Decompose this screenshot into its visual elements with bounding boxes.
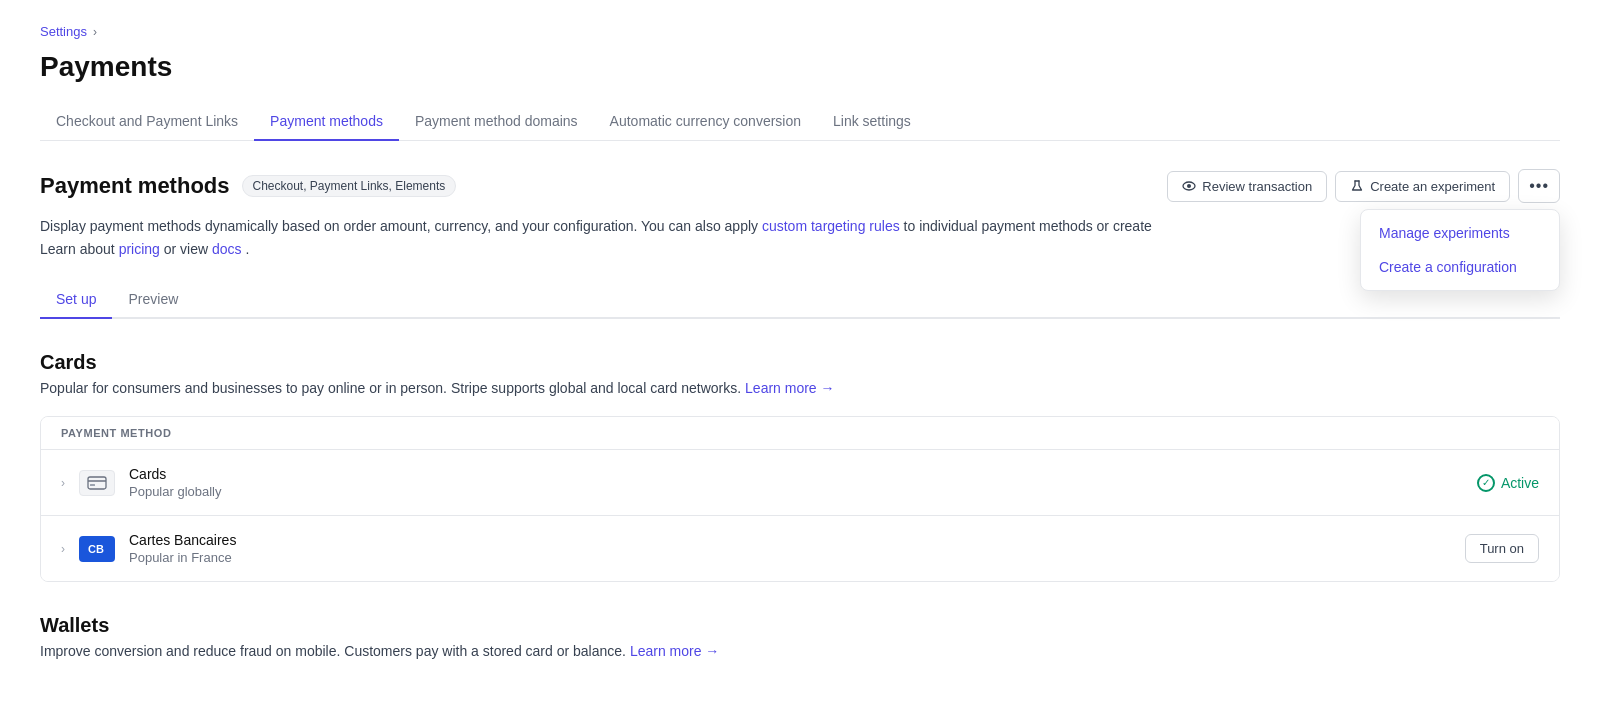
sub-tab-setup[interactable]: Set up [40,281,112,319]
cards-category-desc: Popular for consumers and businesses to … [40,380,1560,396]
tab-auto-currency[interactable]: Automatic currency conversion [594,103,817,141]
svg-rect-4 [90,484,95,486]
svg-point-1 [1187,184,1191,188]
review-transaction-button[interactable]: Review transaction [1167,171,1327,202]
page-title: Payments [40,51,1560,83]
manage-experiments-item[interactable]: Manage experiments [1361,216,1559,250]
cards-payment-icon [79,470,115,496]
active-status-circle: ✓ [1477,474,1495,492]
active-status: ✓ Active [1477,474,1539,492]
section-sub-description: Learn about pricing or view docs . [40,241,1560,257]
eye-icon [1182,179,1196,193]
cards-section: Cards Popular for consumers and business… [40,351,1560,582]
chevron-icon: › [61,542,65,556]
table-header: PAYMENT METHOD [41,417,1559,450]
section-title-row: Payment methods Checkout, Payment Links,… [40,173,456,199]
create-configuration-item[interactable]: Create a configuration [1361,250,1559,284]
top-tabs: Checkout and Payment Links Payment metho… [40,103,1560,141]
dropdown-menu: Manage experiments Create a configuratio… [1360,209,1560,291]
tab-checkout[interactable]: Checkout and Payment Links [40,103,254,141]
pricing-link[interactable]: pricing [119,241,160,257]
more-options-button[interactable]: ••• [1518,169,1560,203]
section-header: Payment methods Checkout, Payment Links,… [40,169,1560,203]
tab-payment-methods[interactable]: Payment methods [254,103,399,141]
settings-link[interactable]: Settings [40,24,87,39]
cards-payment-name: Cards [129,466,1477,482]
sub-tab-preview[interactable]: Preview [112,281,194,319]
header-actions: Review transaction Create an experiment … [1167,169,1560,203]
wallets-section: Wallets Improve conversion and reduce fr… [40,614,1560,659]
table-row[interactable]: › CB Cartes Bancaires Popular in France … [41,516,1559,581]
cards-payment-info: Cards Popular globally [129,466,1477,499]
section-description: Display payment methods dynamically base… [40,215,1240,237]
cb-payment-name: Cartes Bancaires [129,532,1465,548]
svg-text:CB: CB [88,543,104,555]
cards-category-title: Cards [40,351,1560,374]
payment-method-table: PAYMENT METHOD › Cards Popular globally [40,416,1560,582]
cards-learn-more[interactable]: Learn more → [745,380,834,396]
cb-payment-subtitle: Popular in France [129,550,1465,565]
cards-payment-subtitle: Popular globally [129,484,1477,499]
wallets-learn-more[interactable]: Learn more → [630,643,719,659]
turn-on-button[interactable]: Turn on [1465,534,1539,563]
create-experiment-button[interactable]: Create an experiment [1335,171,1510,202]
ellipsis-icon: ••• [1529,177,1549,195]
breadcrumb: Settings › [40,24,1560,39]
flask-icon [1350,179,1364,193]
section-title: Payment methods [40,173,230,199]
table-row[interactable]: › Cards Popular globally ✓ Act [41,450,1559,516]
checkmark-icon: ✓ [1482,477,1490,488]
cb-svg-icon: CB [85,540,109,558]
wallets-category-title: Wallets [40,614,1560,637]
cb-payment-icon: CB [79,536,115,562]
chevron-icon: › [61,476,65,490]
tab-payment-method-domains[interactable]: Payment method domains [399,103,594,141]
breadcrumb-separator: › [93,25,97,39]
section-badge: Checkout, Payment Links, Elements [242,175,457,197]
custom-targeting-link[interactable]: custom targeting rules [762,218,900,234]
cb-payment-info: Cartes Bancaires Popular in France [129,532,1465,565]
svg-rect-2 [88,477,106,489]
tab-link-settings[interactable]: Link settings [817,103,927,141]
docs-link[interactable]: docs [212,241,242,257]
sub-tabs: Set up Preview [40,281,1560,319]
card-svg-icon [87,476,107,490]
wallets-category-desc: Improve conversion and reduce fraud on m… [40,643,1560,659]
